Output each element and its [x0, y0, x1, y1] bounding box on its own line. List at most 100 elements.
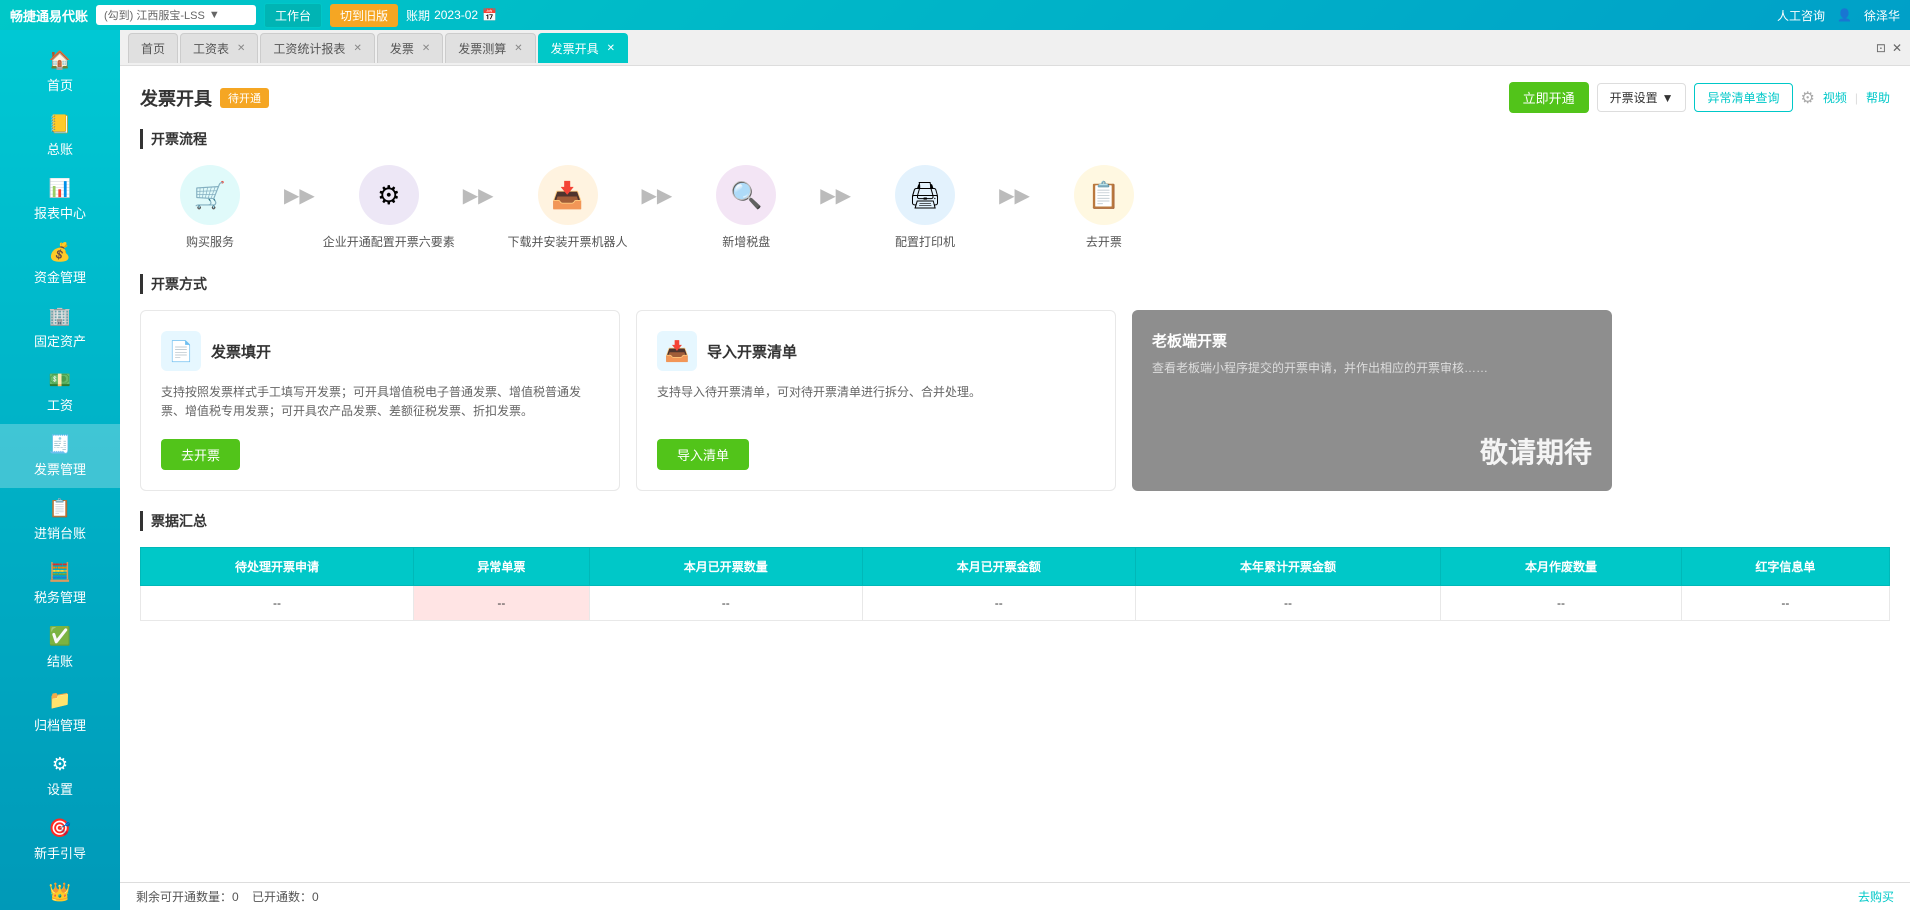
goto-buy-link[interactable]: 去购买	[1858, 888, 1894, 905]
top-bar-right: 人工咨询 👤 徐泽华	[1777, 7, 1900, 24]
bottom-info: 剩余可开通数量：0 已开通数：0	[136, 888, 319, 905]
settings-label: 开票设置	[1610, 89, 1658, 106]
tab-close-5[interactable]: ✕	[607, 43, 615, 54]
flow-step-emoji-5: 📋	[1088, 180, 1120, 211]
tab-首页[interactable]: 首页	[128, 33, 178, 63]
sidebar-label-12: 新手引导	[34, 843, 86, 862]
card2-header: 📥 导入开票清单	[657, 331, 1095, 371]
sidebar-label-2: 报表中心	[34, 203, 86, 222]
tab-发票[interactable]: 发票✕	[377, 33, 443, 63]
restore-icon[interactable]: ⊡	[1876, 41, 1886, 55]
flow-step-label-1: 企业开通配置开票六要素	[323, 233, 455, 250]
go-invoice-button[interactable]: 去开票	[161, 439, 240, 470]
flow-step-3: 🔍 新增税盘	[676, 165, 816, 250]
flow-step-icon-4: 🖨	[895, 165, 955, 225]
workspace-button[interactable]: 工作台	[264, 3, 322, 28]
sidebar-icon-7: 📋	[49, 498, 71, 519]
sidebar-item-畅会员[interactable]: 👑 畅会员	[0, 872, 120, 910]
tab-bar: 首页工资表✕工资统计报表✕发票✕发票测算✕发票开具✕ ⊡ ✕	[120, 30, 1910, 66]
flow-step-label-3: 新增税盘	[722, 233, 770, 250]
fill-invoice-icon: 📄	[169, 339, 194, 364]
immediate-open-button[interactable]: 立即开通	[1509, 82, 1589, 113]
card2-desc: 支持导入待开票清单，可对待开票清单进行拆分、合并处理。	[657, 383, 1095, 423]
flow-step-emoji-4: 🖨	[909, 180, 942, 211]
tab-发票测算[interactable]: 发票测算✕	[445, 33, 535, 63]
app-logo: 畅捷通易代账	[10, 6, 88, 25]
sidebar-label-7: 进销台账	[34, 523, 86, 542]
summary-col-3: 本月已开票金额	[862, 548, 1135, 586]
sidebar-item-首页[interactable]: 🏠 首页	[0, 40, 120, 104]
sidebar-icon-10: 📁	[49, 690, 71, 711]
sidebar-item-报表中心[interactable]: 📊 报表中心	[0, 168, 120, 232]
sidebar-item-资金管理[interactable]: 💰 资金管理	[0, 232, 120, 296]
dropdown-icon: ▼	[209, 9, 220, 21]
old-version-button[interactable]: 切到旧版	[330, 4, 398, 27]
sidebar-item-工资[interactable]: 💵 工资	[0, 360, 120, 424]
company-selector[interactable]: (勾到) 江西服宝-LSS ▼	[96, 5, 256, 25]
sidebar-label-9: 结账	[47, 651, 73, 670]
sidebar-item-税务管理[interactable]: 🧮 税务管理	[0, 552, 120, 616]
summary-val-1: --	[414, 586, 590, 621]
flow-arrow-2: ▶▶	[642, 183, 673, 208]
flow-step-2: 📥 下载并安装开票机器人	[498, 165, 638, 250]
coming-soon-text: 敬请期待	[1480, 431, 1592, 471]
summary-col-5: 本月作废数量	[1441, 548, 1682, 586]
sidebar-item-设置[interactable]: ⚙ 设置	[0, 744, 120, 808]
import-list-button[interactable]: 导入清单	[657, 439, 749, 470]
settings-circle-icon[interactable]: ⚙	[1801, 88, 1815, 108]
flow-arrow-1: ▶▶	[463, 183, 494, 208]
old-platform-title: 老板端开票	[1152, 330, 1592, 351]
tab-发票开具[interactable]: 发票开具✕	[538, 33, 628, 63]
flow-arrow-4: ▶▶	[999, 183, 1030, 208]
user-name: 徐泽华	[1864, 7, 1900, 24]
help-label[interactable]: 帮助	[1866, 89, 1890, 106]
tab-close-1[interactable]: ✕	[237, 43, 245, 54]
calendar-icon[interactable]: 📅	[482, 8, 497, 22]
page-header-actions: 立即开通 开票设置 ▼ 异常清单查询 ⚙ 视频 | 帮助	[1509, 82, 1890, 113]
card1-title: 发票填开	[211, 341, 271, 362]
flow-step-5: 📋 去开票	[1034, 165, 1174, 250]
abnormal-query-button[interactable]: 异常清单查询	[1694, 83, 1792, 112]
tab-close-3[interactable]: ✕	[422, 43, 430, 54]
opened-label: 已开通数：0	[252, 890, 319, 904]
main-layout: 🏠 首页📒 总账📊 报表中心💰 资金管理🏢 固定资产💵 工资🧾 发票管理📋 进销…	[0, 30, 1910, 910]
sidebar-icon-6: 🧾	[49, 434, 71, 455]
sidebar-item-归档管理[interactable]: 📁 归档管理	[0, 680, 120, 744]
flow-step-emoji-2: 📥	[551, 180, 583, 211]
summary-col-2: 本月已开票数量	[589, 548, 862, 586]
sidebar-icon-12: 🎯	[49, 818, 71, 839]
old-platform-card: 老板端开票 查看老板端小程序提交的开票申请，并作出相应的开票审核…… 敬请期待	[1132, 310, 1612, 491]
flow-step-4: 🖨 配置打印机	[855, 165, 995, 250]
close-all-icon[interactable]: ✕	[1892, 41, 1902, 55]
card1-icon: 📄	[161, 331, 201, 371]
period-label: 账期	[406, 7, 430, 24]
video-label[interactable]: 视频	[1823, 89, 1847, 106]
card2-icon: 📥	[657, 331, 697, 371]
sidebar-icon-13: 👑	[49, 882, 71, 903]
sidebar-item-进销台账[interactable]: 📋 进销台账	[0, 488, 120, 552]
page-title-area: 发票开具 待开通	[140, 85, 269, 111]
flow-steps: 🛒 购买服务 ▶▶ ⚙ 企业开通配置开票六要素 ▶▶ 📥 下载并安装开票机器人 …	[140, 165, 1890, 250]
method-section-title: 开票方式	[140, 274, 1890, 294]
tab-工资统计报表[interactable]: 工资统计报表✕	[260, 33, 374, 63]
sidebar-item-固定资产[interactable]: 🏢 固定资产	[0, 296, 120, 360]
tab-工资表[interactable]: 工资表✕	[180, 33, 258, 63]
sidebar-label-0: 首页	[47, 75, 73, 94]
top-bar-left: 畅捷通易代账 (勾到) 江西服宝-LSS ▼ 工作台 切到旧版 账期 2023-…	[10, 3, 497, 28]
sidebar-icon-1: 📒	[49, 114, 71, 135]
flow-step-emoji-3: 🔍	[730, 180, 762, 211]
summary-section: 票据汇总 待处理开票申请异常单票本月已开票数量本月已开票金额本年累计开票金额本月…	[140, 511, 1890, 621]
sidebar-icon-5: 💵	[49, 370, 71, 391]
sidebar-item-总账[interactable]: 📒 总账	[0, 104, 120, 168]
summary-col-1: 异常单票	[414, 548, 590, 586]
flow-arrow-0: ▶▶	[284, 183, 315, 208]
customer-service[interactable]: 人工咨询	[1777, 7, 1825, 24]
tab-close-2[interactable]: ✕	[353, 43, 361, 54]
sidebar-item-结账[interactable]: ✅ 结账	[0, 616, 120, 680]
invoice-fill-card: 📄 发票填开 支持按照发票样式手工填写开发票；可开具增值税电子普通发票、增值税普…	[140, 310, 620, 491]
sidebar-item-发票管理[interactable]: 🧾 发票管理	[0, 424, 120, 488]
tab-close-4[interactable]: ✕	[514, 43, 522, 54]
settings-button[interactable]: 开票设置 ▼	[1597, 83, 1687, 112]
sidebar-label-5: 工资	[47, 395, 73, 414]
sidebar-item-新手引导[interactable]: 🎯 新手引导	[0, 808, 120, 872]
